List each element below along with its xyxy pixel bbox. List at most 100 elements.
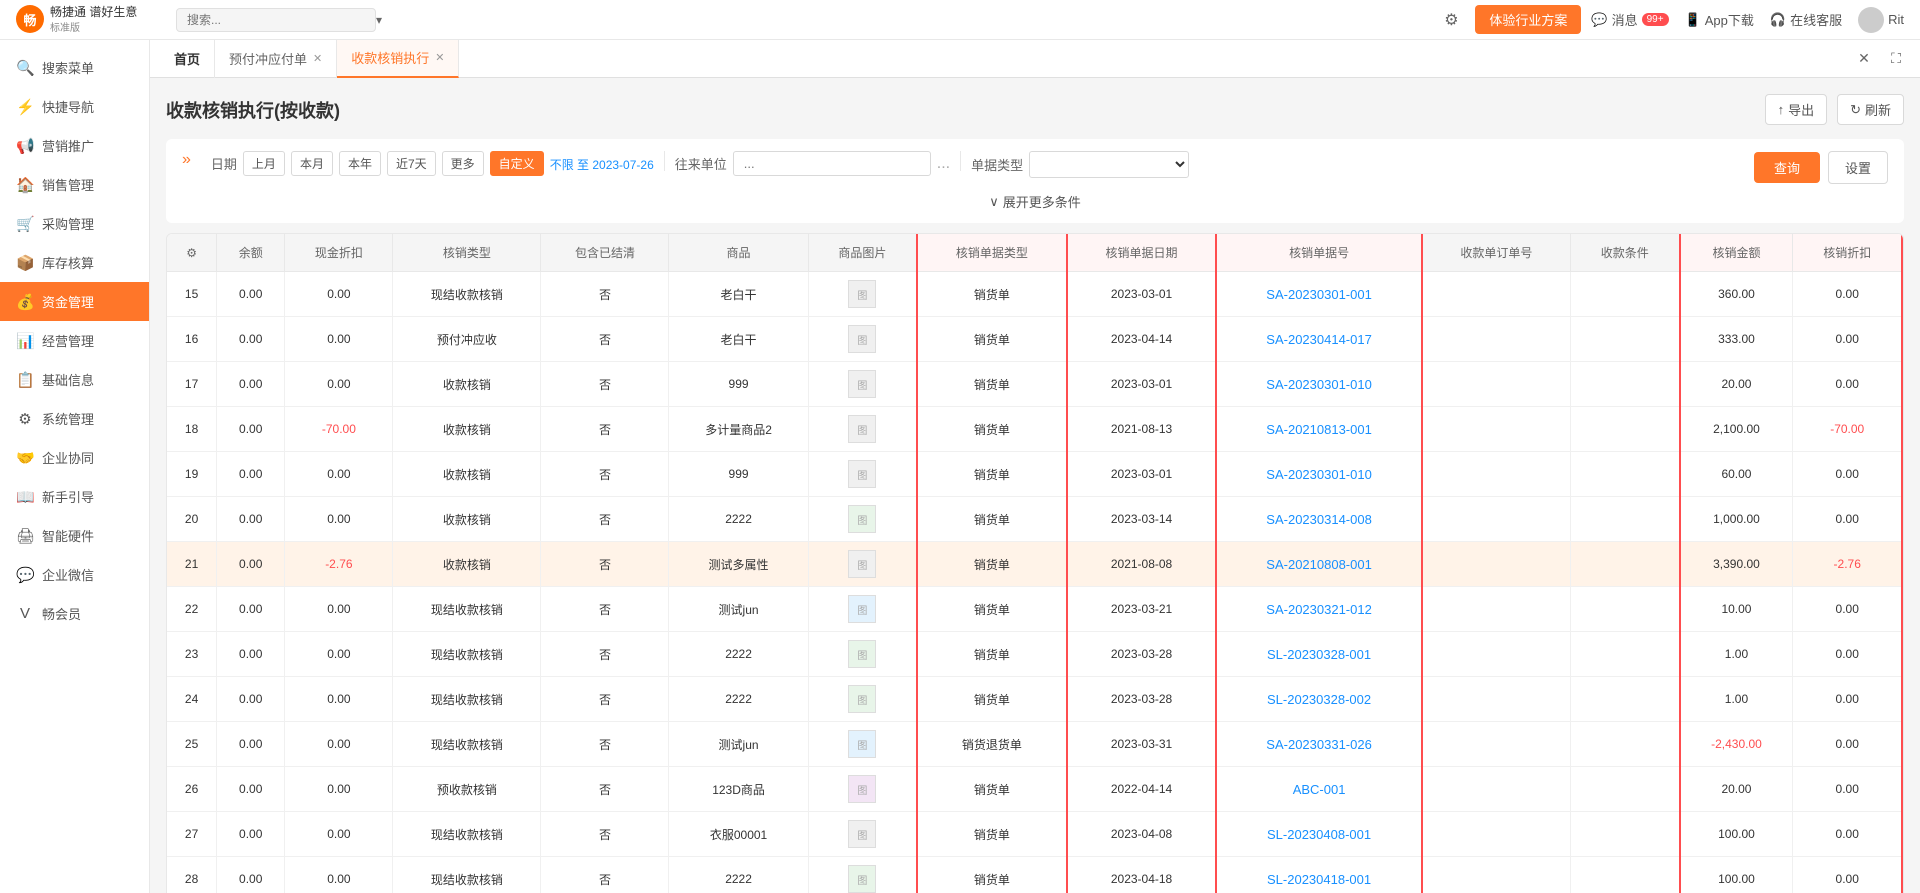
td-included: 否 xyxy=(541,452,669,497)
service-btn[interactable]: 🎧 在线客服 xyxy=(1770,10,1842,29)
td-included: 否 xyxy=(541,587,669,632)
td-product-img: 图 xyxy=(808,857,917,893)
sidebar-item-purchase[interactable]: 🛒 采购管理 xyxy=(0,204,149,243)
custom-btn[interactable]: 自定义 xyxy=(490,151,544,176)
bill-no-link[interactable]: SL-20230418-001 xyxy=(1267,872,1371,887)
bill-no-link[interactable]: SL-20230408-001 xyxy=(1267,827,1371,842)
more-btn[interactable]: 更多 xyxy=(442,151,484,176)
table-row: 22 0.00 0.00 现结收款核销 否 测试jun 图 销货单 2023-0… xyxy=(167,587,1902,632)
bill-no-link[interactable]: SA-20230301-001 xyxy=(1266,287,1372,302)
dropdown-chevron[interactable]: ▾ xyxy=(376,13,382,27)
sidebar-item-search[interactable]: 🔍 搜索菜单 xyxy=(0,48,149,87)
td-cash-discount: -2.76 xyxy=(285,542,393,587)
bill-no-link[interactable]: SA-20210808-001 xyxy=(1266,557,1372,572)
td-id: 18 xyxy=(167,407,217,452)
export-btn[interactable]: ↑ 导出 xyxy=(1765,94,1828,125)
tab-home[interactable]: 首页 xyxy=(160,40,215,78)
table-row: 16 0.00 0.00 预付冲应收 否 老白干 图 销货单 2023-04-1… xyxy=(167,317,1902,362)
sidebar-label-nav: 快捷导航 xyxy=(42,97,94,116)
td-bill-no: SA-20230301-010 xyxy=(1216,452,1421,497)
bill-no-link[interactable]: SL-20230328-002 xyxy=(1267,692,1371,707)
sidebar-item-finance[interactable]: 💰 资金管理 xyxy=(0,282,149,321)
bill-no-link[interactable]: SA-20230321-012 xyxy=(1266,602,1372,617)
expand-btn[interactable]: ∨ 展开更多条件 xyxy=(989,192,1081,211)
th-product: 商品 xyxy=(669,234,808,272)
td-bill-date: 2023-04-08 xyxy=(1067,812,1217,857)
refresh-btn[interactable]: ↻ 刷新 xyxy=(1837,94,1904,125)
gear-icon[interactable]: ⚙ xyxy=(1437,6,1465,34)
td-verify-type: 现结收款核销 xyxy=(393,632,541,677)
sidebar-item-member[interactable]: V 畅会员 xyxy=(0,594,149,633)
tab-verify-label: 收款核销执行 xyxy=(351,48,429,67)
this-year-btn[interactable]: 本年 xyxy=(339,151,381,176)
sidebar-item-nav[interactable]: ⚡ 快捷导航 xyxy=(0,87,149,126)
bill-no-link[interactable]: SA-20230314-008 xyxy=(1266,512,1372,527)
sidebar-item-sales[interactable]: 🏠 销售管理 xyxy=(0,165,149,204)
brand-name: 畅捷通 谱好生意 xyxy=(50,5,137,19)
app-download-btn[interactable]: 📱 App下载 xyxy=(1685,10,1754,29)
app-icon: 📱 xyxy=(1685,12,1701,28)
sidebar-item-guide[interactable]: 📖 新手引导 xyxy=(0,477,149,516)
sidebar-item-collab[interactable]: 🤝 企业协同 xyxy=(0,438,149,477)
tab-expand[interactable]: ⛶ xyxy=(1882,45,1910,73)
tab-home-label: 首页 xyxy=(174,49,200,68)
bill-no-link[interactable]: SA-20230414-017 xyxy=(1266,332,1372,347)
tab-prepay-close[interactable]: ✕ xyxy=(313,52,322,65)
td-balance: 0.00 xyxy=(217,722,285,767)
source-filter: 往来单位 ... xyxy=(675,151,950,176)
bill-no-link[interactable]: SA-20210813-001 xyxy=(1266,422,1372,437)
tab-close-all[interactable]: ✕ xyxy=(1850,45,1878,73)
basic-info-icon: 📋 xyxy=(16,371,34,389)
source-input[interactable] xyxy=(733,151,931,176)
td-order-no xyxy=(1422,857,1571,893)
refresh-label: 刷新 xyxy=(1865,100,1891,119)
th-settings[interactable]: ⚙ xyxy=(167,234,217,272)
td-order-no xyxy=(1422,407,1571,452)
tab-prepay[interactable]: 预付冲应付单 ✕ xyxy=(215,40,337,78)
td-bill-no: SL-20230408-001 xyxy=(1216,812,1421,857)
td-amount: 1.00 xyxy=(1680,677,1793,722)
bill-no-link[interactable]: SA-20230301-010 xyxy=(1266,467,1372,482)
sidebar-item-management[interactable]: 📊 经营管理 xyxy=(0,321,149,360)
td-balance: 0.00 xyxy=(217,542,285,587)
industry-btn[interactable]: 体验行业方案 xyxy=(1475,5,1581,34)
content-area: 首页 预付冲应付单 ✕ 收款核销执行 ✕ ✕ ⛶ 收款核销执行(按收款) xyxy=(150,40,1920,893)
sidebar-item-wechat[interactable]: 💬 企业微信 xyxy=(0,555,149,594)
td-product-img: 图 xyxy=(808,632,917,677)
th-pay-cond: 收款条件 xyxy=(1571,234,1680,272)
td-verify-type: 收款核销 xyxy=(393,497,541,542)
bill-no-link[interactable]: ABC-001 xyxy=(1293,782,1346,797)
this-month-btn[interactable]: 本月 xyxy=(291,151,333,176)
filter-collapse-btn[interactable]: » xyxy=(182,151,191,169)
marketing-icon: 📢 xyxy=(16,137,34,155)
tab-verify-close[interactable]: ✕ xyxy=(435,51,444,64)
source-label: 往来单位 xyxy=(675,154,727,173)
query-btn[interactable]: 查询 xyxy=(1754,152,1820,183)
sidebar-item-system[interactable]: ⚙ 系统管理 xyxy=(0,399,149,438)
td-order-no xyxy=(1422,632,1571,677)
sidebar-item-inventory[interactable]: 📦 库存核算 xyxy=(0,243,149,282)
message-btn[interactable]: 💬 消息 99+ xyxy=(1591,10,1668,29)
search-input[interactable] xyxy=(176,8,376,32)
td-bill-type: 销货单 xyxy=(917,587,1067,632)
last-month-btn[interactable]: 上月 xyxy=(243,151,285,176)
td-order-no xyxy=(1422,452,1571,497)
user-area[interactable]: Rit xyxy=(1858,7,1904,33)
export-icon: ↑ xyxy=(1778,102,1785,117)
td-discount: 0.00 xyxy=(1793,632,1902,677)
sidebar-item-basic-info[interactable]: 📋 基础信息 xyxy=(0,360,149,399)
td-bill-type: 销货单 xyxy=(917,812,1067,857)
td-cash-discount: 0.00 xyxy=(285,632,393,677)
sidebar-item-marketing[interactable]: 📢 营销推广 xyxy=(0,126,149,165)
bill-no-link[interactable]: SA-20230301-010 xyxy=(1266,377,1372,392)
sidebar-item-hardware[interactable]: 🖨 智能硬件 xyxy=(0,516,149,555)
tab-verify[interactable]: 收款核销执行 ✕ xyxy=(337,40,459,78)
settings-btn[interactable]: 设置 xyxy=(1828,151,1888,184)
bill-no-link[interactable]: SL-20230328-001 xyxy=(1267,647,1371,662)
bill-type-select[interactable] xyxy=(1029,151,1189,178)
bill-no-link[interactable]: SA-20230331-026 xyxy=(1266,737,1372,752)
td-id: 16 xyxy=(167,317,217,362)
last7-btn[interactable]: 近7天 xyxy=(387,151,436,176)
table-row: 28 0.00 0.00 现结收款核销 否 2222 图 销货单 2023-04… xyxy=(167,857,1902,893)
td-discount: 0.00 xyxy=(1793,272,1902,317)
